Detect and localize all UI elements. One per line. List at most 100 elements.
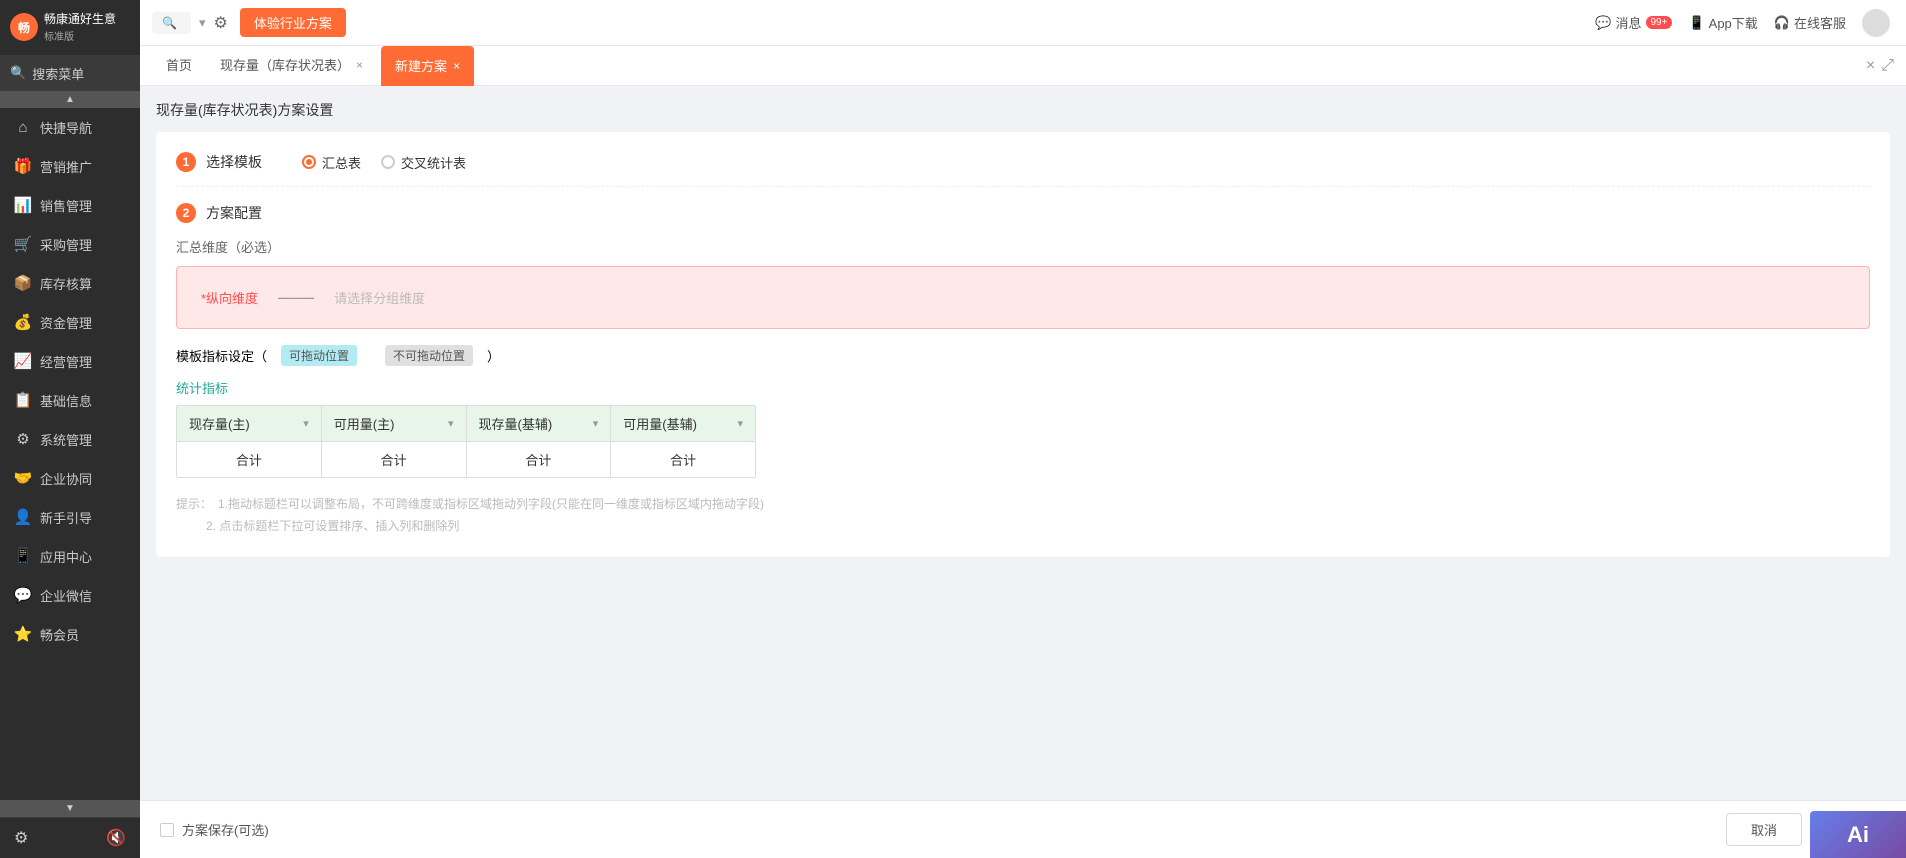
radio-summary-label: 汇总表: [322, 153, 361, 172]
radio-crosstab-label: 交叉统计表: [401, 153, 466, 172]
tab-new-scheme-label: 新建方案: [395, 56, 447, 75]
sidebar-item-label: 快捷导航: [40, 118, 92, 137]
service-label: 在线客服: [1794, 13, 1846, 32]
ai-fab[interactable]: Ai: [1810, 811, 1906, 858]
handshake-icon: 🤝: [14, 469, 32, 487]
dimension-placeholder: 请选择分组维度: [334, 288, 425, 307]
money-icon: 💰: [14, 313, 32, 331]
gift-icon: 🎁: [14, 157, 32, 175]
sidebar-item-sales[interactable]: 📊 销售管理: [0, 186, 140, 225]
sidebar-item-label: 基础信息: [40, 391, 92, 410]
sidebar-item-label: 销售管理: [40, 196, 92, 215]
draggable-badge: 可拖动位置: [281, 345, 357, 366]
sidebar-item-label: 畅会员: [40, 625, 79, 644]
expand-icon[interactable]: ⤢: [1881, 57, 1894, 75]
step2-header: 2 方案配置: [176, 203, 1870, 223]
tabs-bar: 首页 现存量（库存状况表） × 新建方案 × × ⤢: [140, 46, 1906, 86]
sidebar-item-label: 企业微信: [40, 586, 92, 605]
radio-summary[interactable]: 汇总表: [302, 153, 361, 172]
industry-btn[interactable]: 体验行业方案: [240, 8, 346, 37]
sidebar-item-member[interactable]: ⭐ 畅会员: [0, 615, 140, 654]
save-checkbox[interactable]: [160, 823, 174, 837]
topbar-user[interactable]: [1862, 9, 1894, 37]
tab-new-scheme[interactable]: 新建方案 ×: [381, 46, 474, 86]
tab-home[interactable]: 首页: [152, 46, 206, 86]
stats-col-1-header[interactable]: 现存量(主) ▾: [177, 406, 322, 441]
topbar-message[interactable]: 💬 消息 99+: [1595, 13, 1672, 32]
stats-col-1-value: 合计: [177, 442, 322, 477]
topbar-search[interactable]: 🔍: [152, 12, 191, 34]
fixed-badge: 不可拖动位置: [385, 345, 473, 366]
stats-col-2-header[interactable]: 可用量(主) ▾: [322, 406, 467, 441]
tips-text-2: 2. 点击标题栏下拉可设置排序、插入列和删除列: [176, 516, 1870, 538]
message-label: 消息: [1615, 13, 1641, 32]
stats-col-3-header[interactable]: 现存量(基辅) ▾: [467, 406, 612, 441]
search-label: 搜索菜单: [32, 64, 84, 83]
sidebar: 畅 畅康通好生意 标准版 🔍 搜索菜单 ▲ ⌂ 快捷导航 🎁 营销推广 📊 销售…: [0, 0, 140, 858]
stats-col-1-label: 现存量(主): [189, 414, 250, 433]
chevron-down-icon-1: ▾: [303, 417, 309, 430]
sidebar-item-label: 库存核算: [40, 274, 92, 293]
scroll-down-btn[interactable]: ▼: [0, 800, 140, 817]
logo-icon: 畅: [10, 13, 38, 41]
list-icon: 📋: [14, 391, 32, 409]
mobile-icon: 📱: [14, 547, 32, 565]
trend-icon: 📈: [14, 352, 32, 370]
gear-icon: ⚙: [14, 430, 32, 448]
sidebar-item-basic[interactable]: 📋 基础信息: [0, 381, 140, 420]
music-icon[interactable]: 🔇: [106, 828, 126, 848]
star-icon: ⭐: [14, 625, 32, 643]
sidebar-item-appcenter[interactable]: 📱 应用中心: [0, 537, 140, 576]
tab-inventory-status[interactable]: 现存量（库存状况表） ×: [206, 46, 377, 86]
radio-crosstab[interactable]: 交叉统计表: [381, 153, 466, 172]
sidebar-item-enterprise[interactable]: 🤝 企业协同: [0, 459, 140, 498]
page-title: 现存量(库存状况表)方案设置: [156, 100, 1890, 120]
sidebar-item-marketing[interactable]: 🎁 营销推广: [0, 147, 140, 186]
tips-prefix: 提示： 1.拖动标题栏可以调整布局，不可跨维度或指标区域拖动列字段(只能在同一维…: [176, 497, 764, 511]
sidebar-item-label: 采购管理: [40, 235, 92, 254]
tabs-right: × ⤢: [1866, 57, 1894, 75]
stats-col-4-header[interactable]: 可用量(基辅) ▾: [611, 406, 755, 441]
logo-text: 畅康通好生意 标准版: [44, 12, 116, 43]
indicator-settings: 模板指标设定（ 可拖动位置 不可拖动位置 ）: [176, 345, 1870, 366]
sidebar-item-newuser[interactable]: 👤 新手引导: [0, 498, 140, 537]
save-option-label: 方案保存(可选): [182, 820, 269, 839]
app-label: App下载: [1709, 13, 1758, 32]
topbar-app-download[interactable]: 📱 App下载: [1688, 13, 1757, 32]
sidebar-item-quick-nav[interactable]: ⌂ 快捷导航: [0, 108, 140, 147]
box-icon: 📦: [14, 274, 32, 292]
stats-col-4-label: 可用量(基辅): [623, 414, 697, 433]
sidebar-item-purchase[interactable]: 🛒 采购管理: [0, 225, 140, 264]
indicator-label: 模板指标设定（: [176, 346, 267, 365]
sidebar-search[interactable]: 🔍 搜索菜单: [0, 56, 140, 91]
topbar-service[interactable]: 🎧 在线客服: [1774, 13, 1846, 32]
settings-gear-icon[interactable]: ⚙: [213, 13, 227, 33]
chat-icon: 💬: [14, 586, 32, 604]
sidebar-item-weixin[interactable]: 💬 企业微信: [0, 576, 140, 615]
dimension-arrow: ——: [278, 287, 314, 308]
topbar: 🔍 ▾ ⚙ 体验行业方案 💬 消息 99+ 📱 App下载 🎧 在线客服: [140, 0, 1906, 46]
sidebar-item-system[interactable]: ⚙ 系统管理: [0, 420, 140, 459]
tab-inventory-label: 现存量（库存状况表）: [220, 55, 350, 74]
save-option[interactable]: 方案保存(可选): [160, 820, 269, 839]
message-badge: 99+: [1646, 16, 1673, 29]
scroll-up-btn[interactable]: ▲: [0, 91, 140, 108]
dimension-box[interactable]: *纵向维度 —— 请选择分组维度: [176, 266, 1870, 329]
sidebar-item-business[interactable]: 📈 经营管理: [0, 342, 140, 381]
sidebar-item-label: 系统管理: [40, 430, 92, 449]
close-window-icon[interactable]: ×: [1866, 57, 1875, 75]
sidebar-logo: 畅 畅康通好生意 标准版: [0, 0, 140, 56]
template-options: 汇总表 交叉统计表: [302, 153, 466, 172]
cancel-button[interactable]: 取消: [1726, 813, 1802, 846]
dropdown-arrow-icon[interactable]: ▾: [199, 15, 206, 31]
settings-icon[interactable]: ⚙: [14, 828, 28, 848]
sidebar-footer: ⚙ 🔇: [0, 817, 140, 858]
sidebar-item-inventory[interactable]: 📦 库存核算: [0, 264, 140, 303]
tab-inventory-close[interactable]: ×: [356, 58, 363, 72]
sidebar-item-label: 资金管理: [40, 313, 92, 332]
home-icon: ⌂: [14, 118, 32, 136]
tab-new-scheme-close[interactable]: ×: [453, 59, 460, 73]
chevron-down-icon-3: ▾: [593, 417, 599, 430]
radio-crosstab-dot: [381, 155, 395, 169]
sidebar-item-finance[interactable]: 💰 资金管理: [0, 303, 140, 342]
